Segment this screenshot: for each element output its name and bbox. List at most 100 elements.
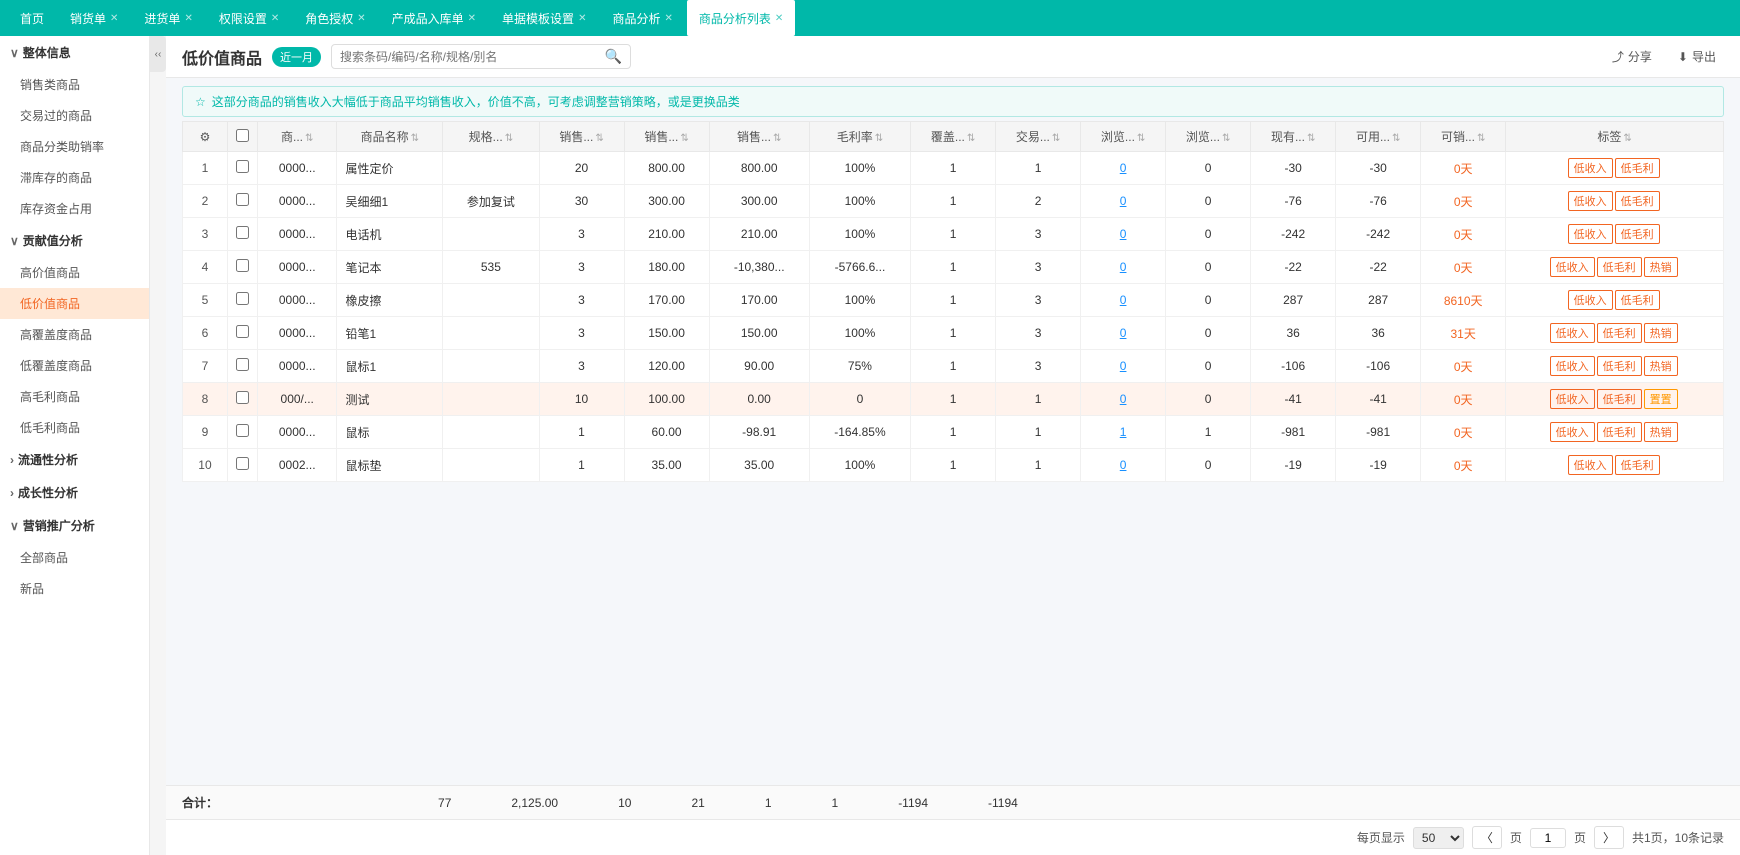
search-icon[interactable]: 🔍 <box>605 48 622 65</box>
cell-view1[interactable]: 0 <box>1081 251 1166 284</box>
view1-link[interactable]: 0 <box>1120 194 1127 208</box>
cell-checkbox[interactable] <box>227 350 257 383</box>
cell-checkbox[interactable] <box>227 284 257 317</box>
sidebar-item-high-coverage[interactable]: 高覆盖度商品 <box>0 319 149 350</box>
sidebar-item-stagnant-goods[interactable]: 滞库存的商品 <box>0 162 149 193</box>
col-spec[interactable]: 规格...⇅ <box>443 122 539 152</box>
row-checkbox[interactable] <box>236 424 249 437</box>
sidebar-item-low-coverage[interactable]: 低覆盖度商品 <box>0 350 149 381</box>
col-current[interactable]: 现有...⇅ <box>1251 122 1336 152</box>
view1-link[interactable]: 0 <box>1120 392 1127 406</box>
sidebar-item-high-value[interactable]: 高价值商品 <box>0 257 149 288</box>
cell-view1[interactable]: 0 <box>1081 449 1166 482</box>
sidebar-item-low-value[interactable]: 低价值商品 <box>0 288 149 319</box>
cell-view1[interactable]: 0 <box>1081 218 1166 251</box>
prev-page-btn[interactable]: 〈 <box>1472 826 1502 849</box>
nav-close-product-list[interactable]: ✕ <box>775 13 783 24</box>
view1-link[interactable]: 0 <box>1120 293 1127 307</box>
cell-view1[interactable]: 0 <box>1081 317 1166 350</box>
next-page-btn[interactable]: 〉 <box>1594 826 1624 849</box>
sidebar-item-sales-goods[interactable]: 销售类商品 <box>0 69 149 100</box>
col-saleable[interactable]: 可销...⇅ <box>1421 122 1506 152</box>
date-badge[interactable]: 近一月 <box>272 47 321 67</box>
nav-production[interactable]: 产成品入库单 ✕ <box>380 0 488 36</box>
col-transaction[interactable]: 交易...⇅ <box>996 122 1081 152</box>
nav-close-templates[interactable]: ✕ <box>578 13 586 24</box>
cell-checkbox[interactable] <box>227 152 257 185</box>
collapse-sidebar-btn[interactable]: ‹‹ <box>150 36 166 72</box>
sidebar-section-contribution[interactable]: ∨ 贡献值分析 <box>0 224 149 257</box>
view1-link[interactable]: 0 <box>1120 326 1127 340</box>
col-sale-price[interactable]: 销售...⇅ <box>624 122 709 152</box>
nav-product-list[interactable]: 商品分析列表 ✕ <box>687 0 795 36</box>
cell-checkbox[interactable] <box>227 218 257 251</box>
col-name[interactable]: 商品名称⇅ <box>337 122 443 152</box>
sidebar-item-high-margin[interactable]: 高毛利商品 <box>0 381 149 412</box>
cell-checkbox[interactable] <box>227 251 257 284</box>
view1-link[interactable]: 0 <box>1120 227 1127 241</box>
share-button[interactable]: ⤴ 分享 <box>1604 44 1660 69</box>
search-input[interactable] <box>340 50 605 64</box>
col-tags[interactable]: 标签⇅ <box>1506 122 1724 152</box>
sidebar-section-flow[interactable]: › 流通性分析 <box>0 443 149 476</box>
col-checkbox[interactable] <box>227 122 257 152</box>
cell-view1[interactable]: 0 <box>1081 152 1166 185</box>
cell-checkbox[interactable] <box>227 383 257 416</box>
col-code[interactable]: 商...⇅ <box>257 122 337 152</box>
col-margin[interactable]: 毛利率⇅ <box>809 122 910 152</box>
row-checkbox[interactable] <box>236 391 249 404</box>
cell-checkbox[interactable] <box>227 317 257 350</box>
nav-close-roles[interactable]: ✕ <box>357 13 365 24</box>
cell-view1[interactable]: 1 <box>1081 416 1166 449</box>
cell-view1[interactable]: 0 <box>1081 383 1166 416</box>
nav-permissions[interactable]: 权限设置 ✕ <box>207 0 291 36</box>
view1-link[interactable]: 0 <box>1120 359 1127 373</box>
nav-close-production[interactable]: ✕ <box>468 13 476 24</box>
view1-link[interactable]: 1 <box>1120 425 1127 439</box>
row-checkbox[interactable] <box>236 325 249 338</box>
nav-sales[interactable]: 销货单 ✕ <box>58 0 130 36</box>
cell-view1[interactable]: 0 <box>1081 350 1166 383</box>
nav-purchase[interactable]: 进货单 ✕ <box>132 0 204 36</box>
nav-home[interactable]: 首页 <box>8 0 56 36</box>
row-checkbox[interactable] <box>236 160 249 173</box>
row-checkbox[interactable] <box>236 457 249 470</box>
row-checkbox[interactable] <box>236 193 249 206</box>
view1-link[interactable]: 0 <box>1120 161 1127 175</box>
sidebar-item-stock-funds[interactable]: 库存资金占用 <box>0 193 149 224</box>
nav-close-permissions[interactable]: ✕ <box>271 13 279 24</box>
col-coverage[interactable]: 覆盖...⇅ <box>911 122 996 152</box>
nav-product-analysis[interactable]: 商品分析 ✕ <box>600 0 684 36</box>
nav-close-purchase[interactable]: ✕ <box>184 13 192 24</box>
cell-view1[interactable]: 0 <box>1081 284 1166 317</box>
cell-view1[interactable]: 0 <box>1081 185 1166 218</box>
row-checkbox[interactable] <box>236 292 249 305</box>
cell-checkbox[interactable] <box>227 449 257 482</box>
cell-checkbox[interactable] <box>227 185 257 218</box>
nav-close-sales[interactable]: ✕ <box>110 13 118 24</box>
sidebar-item-traded-goods[interactable]: 交易过的商品 <box>0 100 149 131</box>
sidebar-item-low-margin[interactable]: 低毛利商品 <box>0 412 149 443</box>
col-settings[interactable]: ⚙ <box>183 122 228 152</box>
col-sale-amount[interactable]: 销售...⇅ <box>709 122 809 152</box>
per-page-select[interactable]: 50 100 200 <box>1413 827 1464 849</box>
col-view1[interactable]: 浏览...⇅ <box>1081 122 1166 152</box>
view1-link[interactable]: 0 <box>1120 260 1127 274</box>
row-checkbox[interactable] <box>236 226 249 239</box>
col-view2[interactable]: 浏览...⇅ <box>1166 122 1251 152</box>
row-checkbox[interactable] <box>236 259 249 272</box>
sidebar-item-all-goods[interactable]: 全部商品 <box>0 542 149 573</box>
sidebar-section-overall[interactable]: ∨ 整体信息 <box>0 36 149 69</box>
sidebar-item-new-goods[interactable]: 新品 <box>0 573 149 604</box>
sidebar-section-growth[interactable]: › 成长性分析 <box>0 476 149 509</box>
nav-close-product-analysis[interactable]: ✕ <box>664 13 672 24</box>
nav-roles[interactable]: 角色授权 ✕ <box>293 0 377 36</box>
select-all-checkbox[interactable] <box>236 129 249 142</box>
view1-link[interactable]: 0 <box>1120 458 1127 472</box>
row-checkbox[interactable] <box>236 358 249 371</box>
col-sale-qty[interactable]: 销售...⇅ <box>539 122 624 152</box>
page-input[interactable] <box>1530 828 1566 848</box>
nav-templates[interactable]: 单据模板设置 ✕ <box>490 0 598 36</box>
sidebar-section-marketing[interactable]: ∨ 营销推广分析 <box>0 509 149 542</box>
sidebar-item-category-rate[interactable]: 商品分类助销率 <box>0 131 149 162</box>
